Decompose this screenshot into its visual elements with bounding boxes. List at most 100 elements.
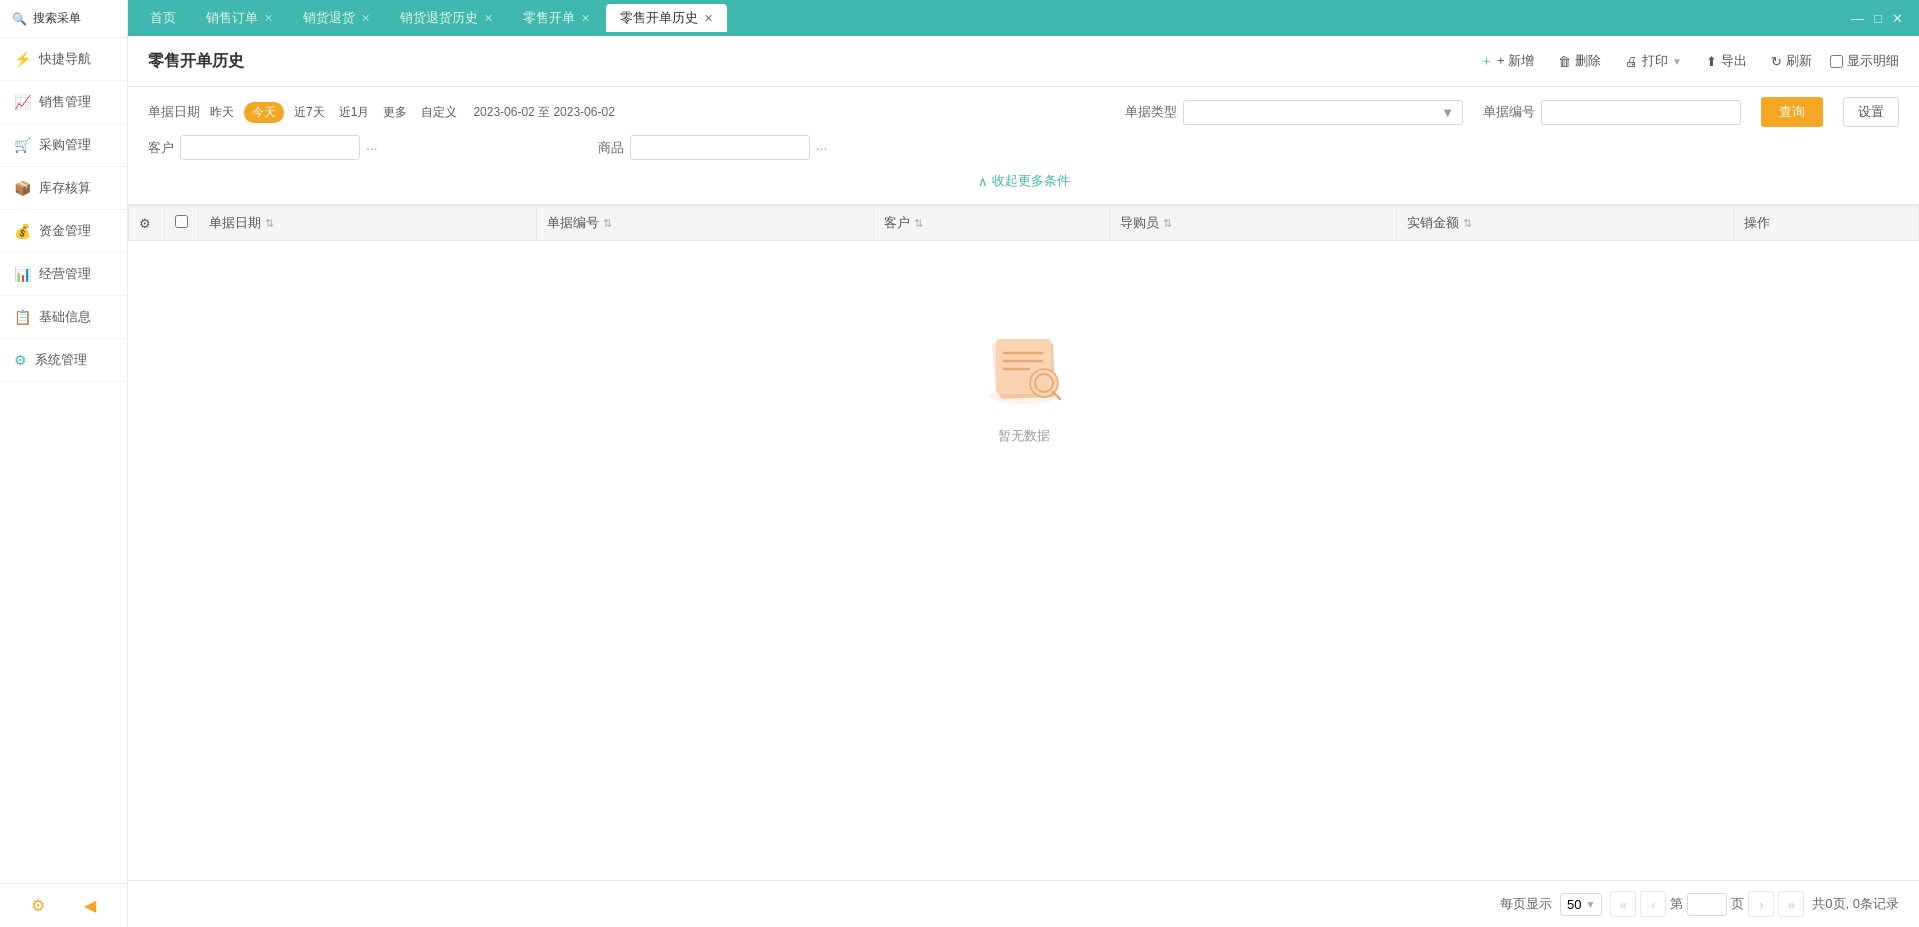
date-range: 2023-06-02 至 2023-06-02 (473, 104, 614, 121)
col-header-guide[interactable]: 导购员⇅ (1110, 206, 1397, 241)
next-page-button[interactable]: › (1748, 891, 1774, 917)
tab-label-retail-open: 零售开单 (523, 9, 575, 27)
filter-area: 单据日期 昨天今天近7天近1月更多自定义 2023-06-02 至 2023-0… (128, 87, 1919, 205)
quick-nav-label: 快捷导航 (39, 50, 91, 68)
date-opt-更多[interactable]: 更多 (379, 102, 411, 123)
sidebar-search-label: 搜索采单 (33, 10, 81, 27)
date-opt-自定义[interactable]: 自定义 (417, 102, 461, 123)
per-page-select[interactable]: 50 ▼ (1560, 893, 1602, 916)
finance-label: 资金管理 (39, 222, 91, 240)
per-page-arrow: ▼ (1585, 899, 1595, 910)
page-number-input[interactable]: 1 (1687, 893, 1727, 916)
close-button[interactable]: ✕ (1892, 11, 1903, 26)
sidebar-item-sys-mgmt[interactable]: ⚙ 系统管理 (0, 339, 127, 382)
customer-label: 客户 (148, 139, 174, 157)
table-container: ⚙ 单据日期⇅单据编号⇅客户⇅导购员⇅实销金额⇅操作 (128, 205, 1919, 880)
doc-type-select[interactable]: ▼ (1183, 100, 1463, 125)
export-button[interactable]: ⬆ 导出 (1700, 48, 1753, 74)
date-opt-今天[interactable]: 今天 (244, 102, 284, 123)
settings-icon[interactable]: ⚙ (31, 896, 45, 915)
sidebar-item-purchase-mgmt[interactable]: 🛒 采购管理 (0, 124, 127, 167)
display-detail-input[interactable] (1830, 55, 1843, 68)
tab-sales-return[interactable]: 销货退货 ✕ (289, 4, 384, 32)
select-all-checkbox[interactable] (175, 215, 188, 228)
date-opt-近1月[interactable]: 近1月 (335, 102, 374, 123)
refresh-button[interactable]: ↻ 刷新 (1765, 48, 1818, 74)
add-icon: ＋ (1480, 52, 1493, 70)
tab-close-sales-order[interactable]: ✕ (264, 12, 273, 25)
prev-page-button[interactable]: ‹ (1640, 891, 1666, 917)
customer-dots[interactable]: ··· (366, 140, 378, 156)
page-nav: « ‹ 第 1 页 › » (1610, 891, 1804, 917)
collapse-icon[interactable]: ◀ (84, 896, 96, 915)
purchase-mgmt-icon: 🛒 (14, 137, 31, 153)
maximize-button[interactable]: □ (1874, 11, 1882, 26)
doc-number-input[interactable] (1541, 100, 1741, 125)
sidebar-item-sales-mgmt[interactable]: 📈 销售管理 (0, 81, 127, 124)
print-button[interactable]: 🖨 打印 ▼ (1619, 48, 1688, 74)
empty-text: 暂无数据 (998, 427, 1050, 445)
col-header-action: 操作 (1734, 206, 1919, 241)
print-icon: 🖨 (1625, 54, 1638, 69)
query-button[interactable]: 查询 (1761, 97, 1823, 127)
delete-label: 删除 (1575, 52, 1601, 70)
add-button[interactable]: ＋ + 新增 (1474, 48, 1540, 74)
collapse-button[interactable]: ∧ 收起更多条件 (148, 168, 1899, 194)
tab-label-sales-return: 销货退货 (303, 9, 355, 27)
pagination: 每页显示 50 ▼ « ‹ 第 1 页 › » 共0页, 0条记录 (128, 880, 1919, 927)
product-input[interactable] (630, 135, 810, 160)
col-header-number[interactable]: 单据编号⇅ (536, 206, 874, 241)
tab-close-retail-history[interactable]: ✕ (704, 12, 713, 25)
purchase-mgmt-label: 采购管理 (39, 136, 91, 154)
tab-sales-order[interactable]: 销售订单 ✕ (192, 4, 287, 32)
sys-mgmt-icon: ⚙ (14, 352, 27, 368)
tab-retail-history[interactable]: 零售开单历史 ✕ (606, 4, 727, 32)
sidebar-footer: ⚙ ◀ (0, 883, 127, 927)
sidebar-item-quick-nav[interactable]: ⚡ 快捷导航 (0, 38, 127, 81)
sidebar-item-inventory[interactable]: 📦 库存核算 (0, 167, 127, 210)
print-label: 打印 (1642, 52, 1668, 70)
sidebar-item-ops-mgmt[interactable]: 📊 经营管理 (0, 253, 127, 296)
per-page-label: 每页显示 (1500, 895, 1552, 913)
tab-home[interactable]: 首页 (136, 4, 190, 32)
date-opt-昨天[interactable]: 昨天 (206, 102, 238, 123)
delete-button[interactable]: 🗑 删除 (1552, 48, 1607, 74)
tab-sales-return-history[interactable]: 销货退货历史 ✕ (386, 4, 507, 32)
tab-retail-open[interactable]: 零售开单 ✕ (509, 4, 604, 32)
customer-filter: 客户 ··· (148, 135, 378, 160)
col-header-checkbox (165, 206, 199, 241)
quick-nav-icon: ⚡ (14, 51, 31, 67)
col-header-date[interactable]: 单据日期⇅ (199, 206, 537, 241)
minimize-button[interactable]: — (1851, 11, 1864, 26)
tab-close-retail-open[interactable]: ✕ (581, 12, 590, 25)
doc-number-filter: 单据编号 (1483, 100, 1741, 125)
settings-button[interactable]: 设置 (1843, 97, 1899, 127)
display-detail-label: 显示明细 (1847, 52, 1899, 70)
sidebar-item-basic-info[interactable]: 📋 基础信息 (0, 296, 127, 339)
collapse-arrow-icon: ∧ (978, 174, 988, 189)
col-header-customer[interactable]: 客户⇅ (874, 206, 1110, 241)
sidebar-item-finance[interactable]: 💰 资金管理 (0, 210, 127, 253)
tab-close-sales-return-history[interactable]: ✕ (484, 12, 493, 25)
sidebar-search[interactable]: 🔍 搜索采单 (0, 0, 127, 38)
col-header-amount[interactable]: 实销金额⇅ (1396, 206, 1734, 241)
finance-icon: 💰 (14, 223, 31, 239)
sales-mgmt-label: 销售管理 (39, 93, 91, 111)
product-dots[interactable]: ··· (816, 140, 828, 156)
date-label: 单据日期 (148, 103, 200, 121)
ops-mgmt-icon: 📊 (14, 266, 31, 282)
toolbar: ＋ + 新增 🗑 删除 🖨 打印 ▼ ⬆ 导出 (1474, 48, 1899, 74)
tab-close-sales-return[interactable]: ✕ (361, 12, 370, 25)
delete-icon: 🗑 (1558, 54, 1571, 69)
ops-mgmt-label: 经营管理 (39, 265, 91, 283)
table-settings-icon[interactable]: ⚙ (139, 216, 151, 231)
customer-input[interactable] (180, 135, 360, 160)
last-page-button[interactable]: » (1778, 891, 1804, 917)
doc-number-label: 单据编号 (1483, 103, 1535, 121)
date-opt-近7天[interactable]: 近7天 (290, 102, 329, 123)
page-header: 零售开单历史 ＋ + 新增 🗑 删除 🖨 打印 ▼ (128, 36, 1919, 87)
tab-label-retail-history: 零售开单历史 (620, 9, 698, 27)
first-page-button[interactable]: « (1610, 891, 1636, 917)
display-detail-checkbox[interactable]: 显示明细 (1830, 52, 1899, 70)
window-controls: — □ ✕ (1851, 11, 1911, 26)
